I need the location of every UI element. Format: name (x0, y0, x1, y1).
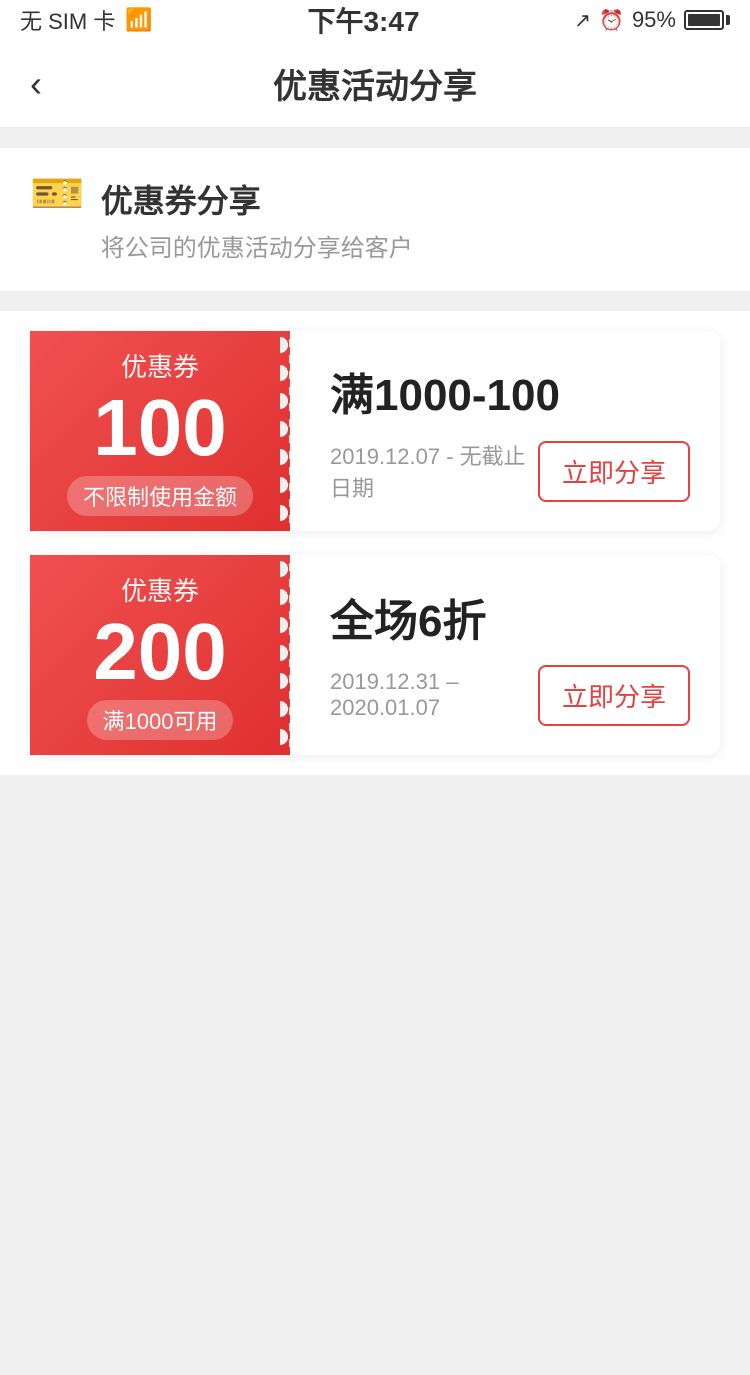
coupon-meta-2: 2019.12.31 – 2020.01.07 立即分享 (330, 665, 690, 726)
battery-percent: 95% (632, 7, 676, 33)
section-subtitle: 将公司的优惠活动分享给客户 (101, 228, 413, 263)
back-button[interactable]: ‹ (30, 63, 42, 105)
share-button-2[interactable]: 立即分享 (538, 665, 690, 726)
share-button-1[interactable]: 立即分享 (538, 441, 690, 502)
coupon-name-1: 满1000-100 (330, 359, 690, 423)
status-left: 无 SIM 卡 📶 (20, 4, 153, 36)
coupon-label-1: 优惠券 (121, 347, 199, 384)
coupon-name-2: 全场6折 (330, 585, 690, 649)
location-icon: ↗ (574, 8, 591, 33)
coupon-right-2: 全场6折 2019.12.31 – 2020.01.07 立即分享 (290, 555, 720, 755)
coupon-label-2: 优惠券 (121, 571, 199, 608)
coupon-date-1: 2019.12.07 - 无截止日期 (330, 439, 528, 503)
wifi-icon: 📶 (125, 7, 152, 33)
coupon-condition-1: 不限制使用金额 (67, 476, 253, 516)
status-right: ↗ ⏰ 95% (574, 7, 730, 33)
page-title: 优惠活动分享 (273, 59, 477, 108)
section-text: 优惠券分享 将公司的优惠活动分享给客户 (101, 176, 413, 263)
status-bar: 无 SIM 卡 📶 下午3:47 ↗ ⏰ 95% (0, 0, 750, 40)
coupon-left-2: 优惠券 200 满1000可用 (30, 555, 290, 755)
alarm-icon: ⏰ (599, 8, 624, 33)
section-title: 优惠券分享 (101, 176, 413, 222)
coupon-right-1: 满1000-100 2019.12.07 - 无截止日期 立即分享 (290, 331, 720, 531)
coupon-meta-1: 2019.12.07 - 无截止日期 立即分享 (330, 439, 690, 503)
coupon-left-1: 优惠券 100 不限制使用金额 (30, 331, 290, 531)
section-header: 🎫 优惠券分享 将公司的优惠活动分享给客户 (0, 148, 750, 291)
coupon-section-icon: 🎫 (30, 172, 85, 216)
status-time: 下午3:47 (307, 0, 419, 40)
coupon-value-2: 200 (93, 612, 226, 692)
bottom-space (0, 775, 750, 1375)
coupon-date-2: 2019.12.31 – 2020.01.07 (330, 669, 528, 721)
coupon-condition-2: 满1000可用 (87, 700, 234, 740)
coupon-card-2: 优惠券 200 满1000可用 全场6折 2019.12.31 – 2020.0… (30, 555, 720, 755)
nav-bar: ‹ 优惠活动分享 (0, 40, 750, 128)
battery-icon (684, 10, 730, 30)
no-sim-label: 无 SIM 卡 (20, 4, 115, 36)
coupon-card: 优惠券 100 不限制使用金额 满1000-100 2019.12.07 - 无… (30, 331, 720, 531)
coupon-value-1: 100 (93, 388, 226, 468)
coupon-list: 优惠券 100 不限制使用金额 满1000-100 2019.12.07 - 无… (0, 311, 750, 775)
